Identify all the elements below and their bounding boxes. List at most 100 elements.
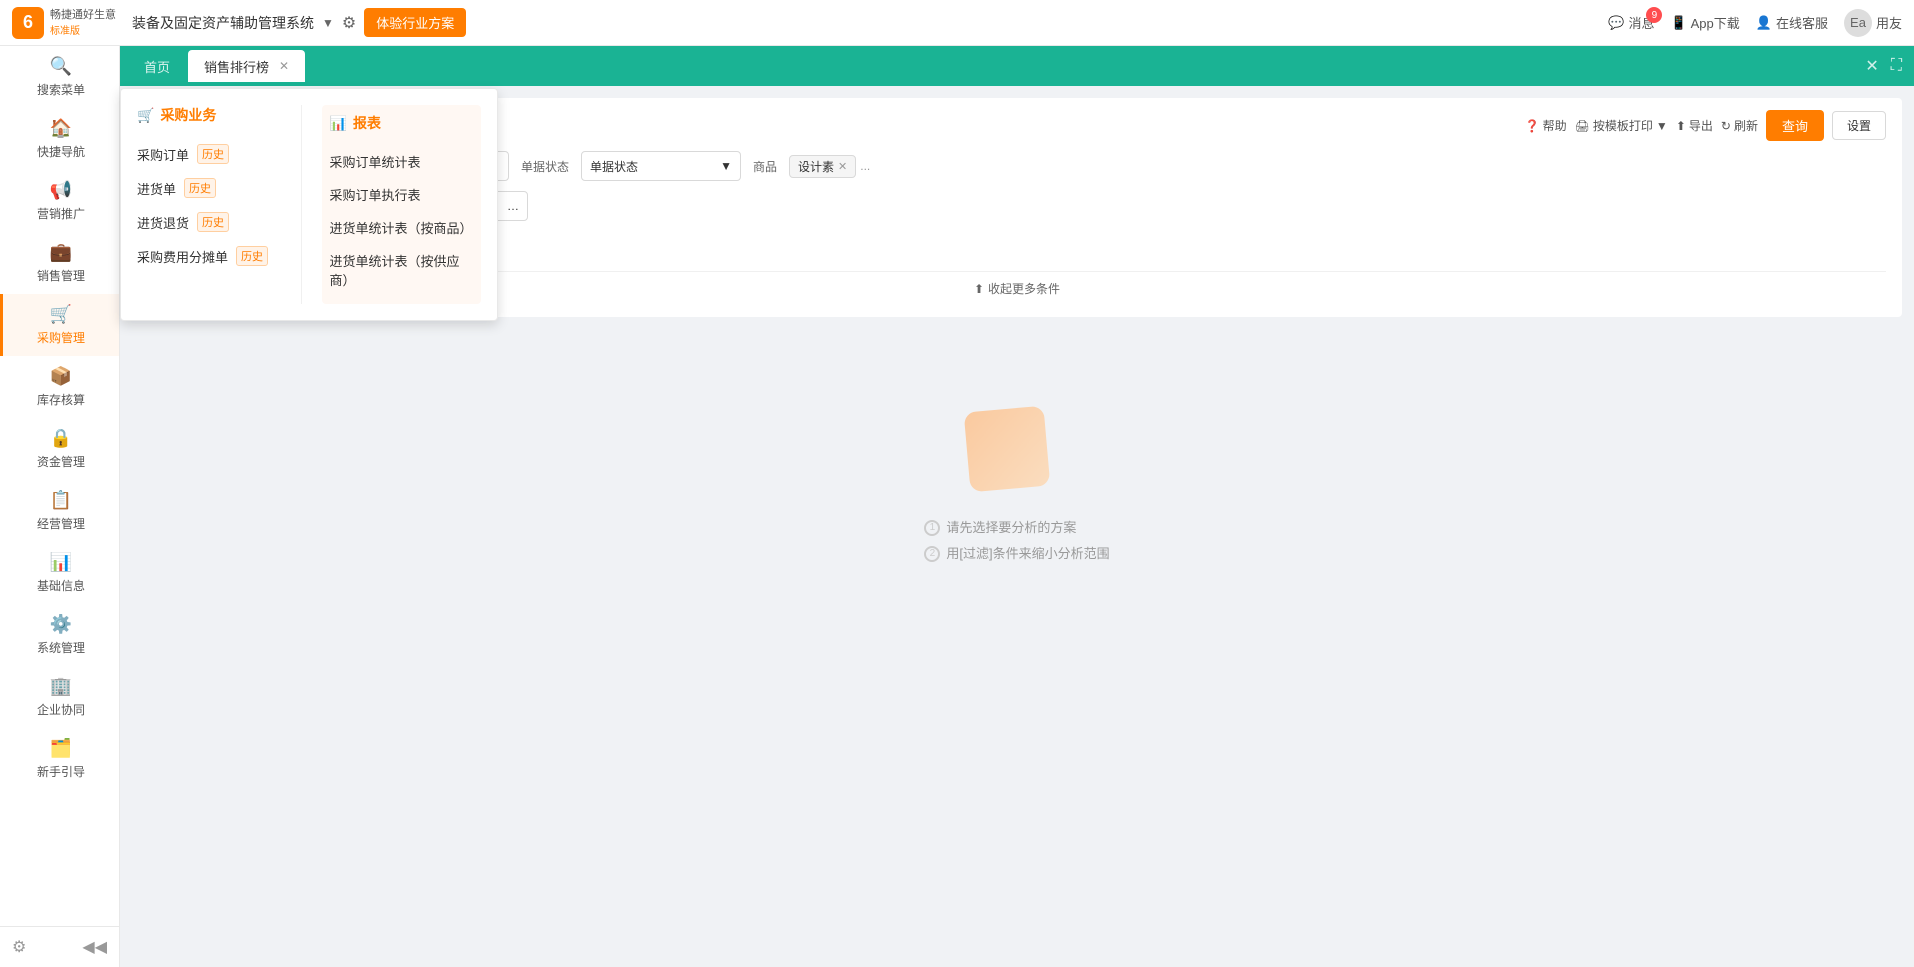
- sidebar-label: 企业协同: [37, 701, 85, 718]
- logo-badge: 标准版: [50, 22, 116, 37]
- tab-close-btn[interactable]: ✕: [279, 59, 289, 73]
- empty-hint-1: 请先选择要分析的方案: [946, 515, 1076, 541]
- system-dropdown-btn[interactable]: ▼: [322, 16, 334, 30]
- tab-close-btn[interactable]: ✕: [1861, 52, 1882, 80]
- sidebar-label: 新手引导: [37, 763, 85, 780]
- system-gear-btn[interactable]: ⚙: [342, 13, 356, 33]
- refresh-btn[interactable]: ↻ 刷新: [1721, 117, 1758, 134]
- sidebar-item-marketing[interactable]: 📢营销推广: [0, 170, 119, 232]
- finance-icon: 🔒: [50, 428, 72, 449]
- sidebar-label: 采购管理: [37, 329, 85, 346]
- refresh-icon: ↻: [1721, 119, 1731, 133]
- history-badge: 历史: [236, 246, 268, 266]
- export-btn[interactable]: ⬆ 导出: [1676, 117, 1713, 134]
- empty-state: 1 请先选择要分析的方案 2 用[过滤]条件来缩小分析范围: [132, 329, 1902, 647]
- sidebar-item-search[interactable]: 🔍搜索菜单: [0, 46, 119, 108]
- tab-bar-right: ✕ ⛶: [1861, 52, 1906, 80]
- refresh-label: 刷新: [1734, 117, 1758, 134]
- report-dropdown-item[interactable]: 采购订单统计表: [330, 145, 474, 178]
- guide-icon: 🗂️: [50, 738, 72, 759]
- voucher-status-select[interactable]: 单据状态 ▼: [581, 151, 741, 181]
- sidebar-item-finance[interactable]: 🔒资金管理: [0, 418, 119, 480]
- sidebar-item-inventory[interactable]: 📦库存核算: [0, 356, 119, 418]
- solution-button[interactable]: 体验行业方案: [364, 8, 466, 37]
- empty-illustration: [967, 409, 1067, 499]
- goods-tag[interactable]: 设计素 ✕: [789, 155, 856, 178]
- header-right: 💬 消息 9 📱 App下载 👤 在线客服 Ea 用友: [1608, 9, 1902, 37]
- tab-home[interactable]: 首页: [128, 50, 186, 82]
- sidebar-item-enterprise[interactable]: 🏢企业协同: [0, 666, 119, 728]
- tab-bar: 首页销售排行榜 ✕ ✕ ⛶: [120, 46, 1914, 86]
- sidebar-item-operation[interactable]: 📋经营管理: [0, 480, 119, 542]
- report-dropdown-item[interactable]: 采购订单执行表: [330, 178, 474, 211]
- sidebar-item-guide[interactable]: 🗂️ 新手引导: [0, 728, 119, 790]
- print-btn[interactable]: 🖨 按模板打印 ▼: [1575, 117, 1668, 134]
- export-icon: ⬆: [1676, 119, 1686, 133]
- phone-icon: 📱: [1670, 15, 1686, 31]
- dropdown-item-label: 采购订单统计表: [330, 152, 421, 171]
- purchase-col-icon: 🛒: [137, 107, 154, 124]
- logo-icon: 6: [12, 7, 44, 39]
- goods-more[interactable]: ...: [860, 159, 870, 173]
- sidebar-item-system[interactable]: ⚙️系统管理: [0, 604, 119, 666]
- purchase-dropdown-menu: 🛒 采购业务 采购订单历史进货单历史进货退货历史采购费用分摊单历史 📊 报表 采…: [120, 88, 498, 321]
- sidebar-item-sales[interactable]: 💼 销售管理: [0, 232, 119, 294]
- report-col-icon: 📊: [330, 115, 347, 132]
- user-item[interactable]: Ea 用友: [1844, 9, 1902, 37]
- sidebar-item-quick[interactable]: 🏠快捷导航: [0, 108, 119, 170]
- sidebar-label: 销售管理: [37, 267, 85, 284]
- tab-label: 销售排行榜: [204, 57, 269, 76]
- sidebar-label: 基础信息: [37, 577, 85, 594]
- purchase-dropdown-item[interactable]: 采购费用分摊单历史: [137, 239, 281, 273]
- logo-area: 6 畅捷通好生意 标准版: [12, 7, 132, 39]
- sidebar-item-purchase[interactable]: 🛒 采购管理: [0, 294, 119, 356]
- avatar: Ea: [1844, 9, 1872, 37]
- toolbar-right: ❓ 帮助 🖨 按模板打印 ▼ ⬆ 导出 ↻ 刷新: [1525, 110, 1886, 141]
- empty-hint-2: 用[过滤]条件来缩小分析范围: [946, 541, 1109, 567]
- goods-label: 商品: [753, 158, 777, 175]
- system-title: 装备及固定资产辅助管理系统: [132, 13, 314, 33]
- sidebar-collapse-btn[interactable]: ◀◀: [82, 937, 107, 957]
- report-col: 📊 报表 采购订单统计表采购订单执行表进货单统计表（按商品） 进货单统计表（按供应…: [322, 105, 482, 304]
- operation-icon: 📋: [50, 490, 72, 511]
- settings-btn[interactable]: 设置: [1832, 111, 1886, 140]
- report-dropdown-item[interactable]: 进货单统计表（按商品）: [330, 211, 474, 244]
- tab-sales_rank[interactable]: 销售排行榜 ✕: [188, 50, 305, 82]
- top-header: 6 畅捷通好生意 标准版 装备及固定资产辅助管理系统 ▼ ⚙ 体验行业方案 💬 …: [0, 0, 1914, 46]
- report-col-title: 📊 报表: [330, 113, 474, 133]
- history-badge: 历史: [197, 212, 229, 232]
- purchase-col: 🛒 采购业务 采购订单历史进货单历史进货退货历史采购费用分摊单历史: [137, 105, 281, 304]
- app-download-item[interactable]: 📱 App下载: [1670, 13, 1739, 32]
- history-badge: 历史: [184, 178, 216, 198]
- purchase-dropdown-item[interactable]: 进货单历史: [137, 171, 281, 205]
- sidebar-item-basic[interactable]: 📊 基础信息: [0, 542, 119, 604]
- app-download-label: App下载: [1691, 13, 1740, 32]
- sidebar-label: 库存核算: [37, 391, 85, 408]
- query-btn[interactable]: 查询: [1766, 110, 1824, 141]
- collapse-label: 收起更多条件: [988, 280, 1060, 297]
- sidebar-settings-btn[interactable]: ⚙: [12, 937, 26, 957]
- dropdown-item-label: 采购订单: [137, 145, 189, 164]
- sales-icon: 💼: [50, 242, 72, 263]
- tab-expand-btn[interactable]: ⛶: [1887, 53, 1906, 79]
- print-icon: 🖨: [1575, 119, 1590, 133]
- header-system: 装备及固定资产辅助管理系统 ▼ ⚙ 体验行业方案: [132, 8, 1608, 37]
- quick-icon: 🏠: [50, 118, 72, 139]
- report-col-title-text: 报表: [353, 113, 381, 133]
- message-item[interactable]: 💬 消息 9: [1608, 13, 1654, 32]
- report-dropdown-item[interactable]: 进货单统计表（按供应商）: [330, 244, 474, 296]
- sidebar-label: 搜索菜单: [37, 81, 85, 98]
- purchase-icon: 🛒: [50, 304, 72, 325]
- purchase-dropdown-item[interactable]: 进货退货历史: [137, 205, 281, 239]
- purchase-dropdown-item[interactable]: 采购订单历史: [137, 137, 281, 171]
- online-service-label: 在线客服: [1776, 13, 1828, 32]
- dropdown-item-label: 采购费用分摊单: [137, 247, 228, 266]
- service-icon: 👤: [1756, 15, 1772, 31]
- dropdown-item-label: 进货单统计表（按商品）: [330, 218, 473, 237]
- help-label: 帮助: [1543, 117, 1567, 134]
- goods-tag-close[interactable]: ✕: [838, 160, 847, 173]
- basic-icon: 📊: [50, 552, 72, 573]
- online-service-item[interactable]: 👤 在线客服: [1756, 13, 1828, 32]
- purchase-col-title: 🛒 采购业务: [137, 105, 281, 125]
- help-btn[interactable]: ❓ 帮助: [1525, 117, 1567, 134]
